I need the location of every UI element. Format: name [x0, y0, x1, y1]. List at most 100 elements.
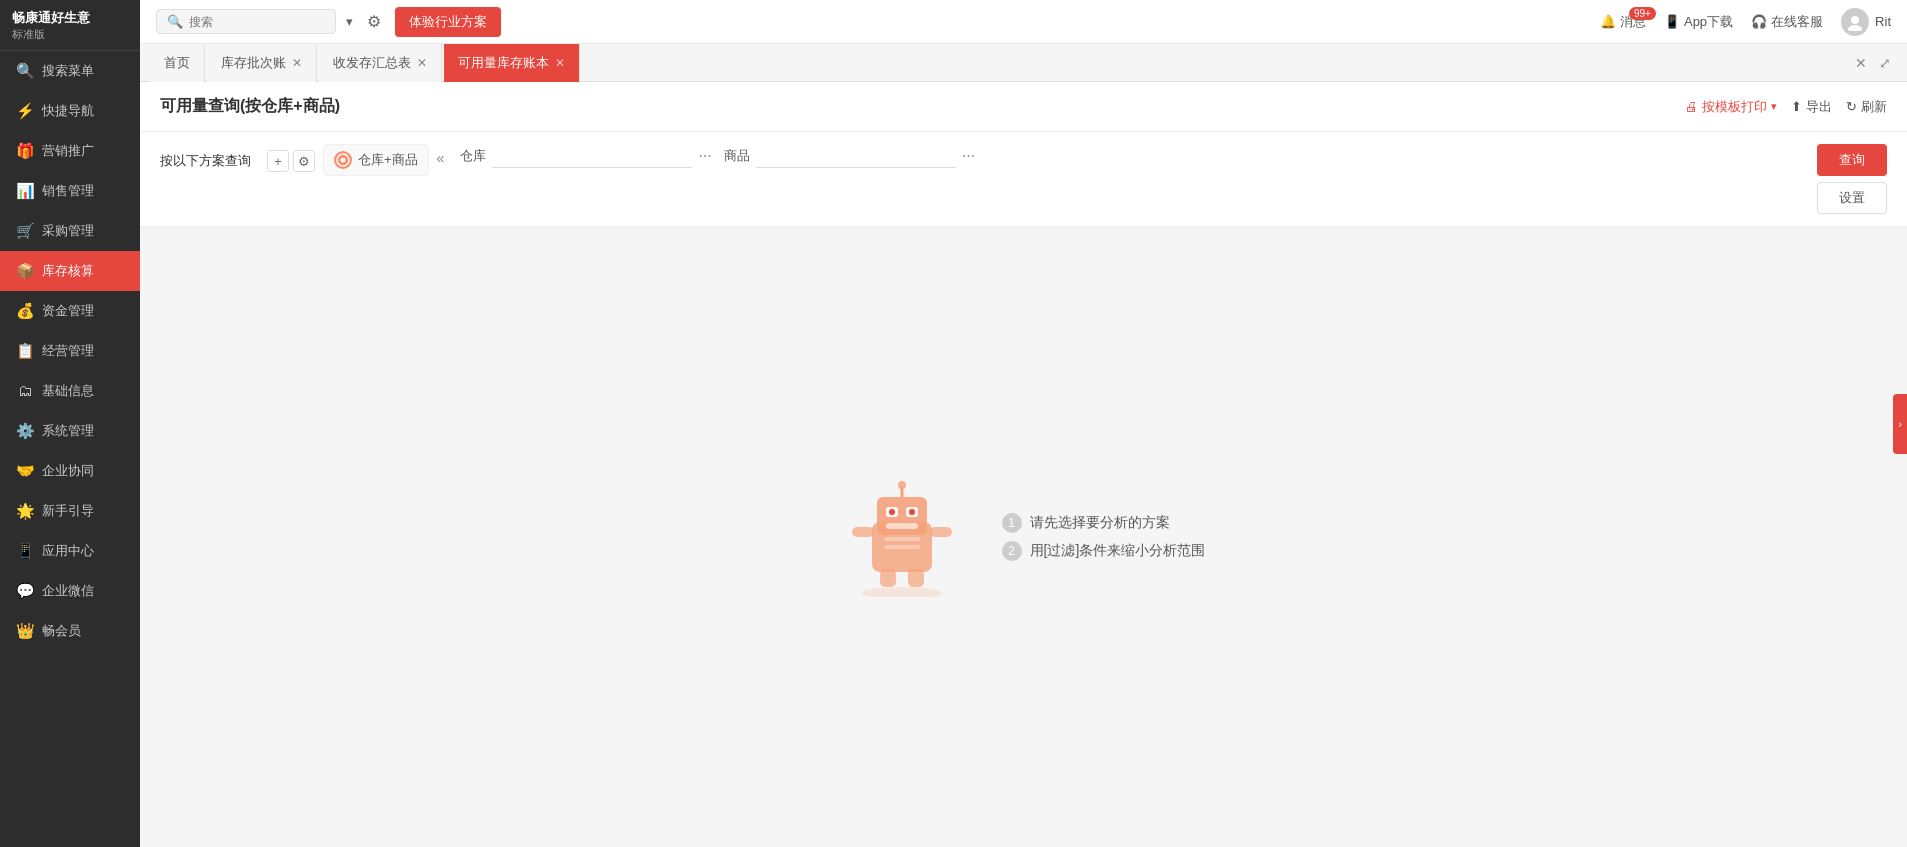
online-service-btn[interactable]: 🎧 在线客服 [1751, 13, 1823, 31]
settings-icon[interactable]: ⚙ [363, 8, 385, 35]
filter-warehouse: 仓库 ··· [460, 144, 711, 168]
app-download-label: App下载 [1684, 13, 1733, 31]
scheme-name: 仓库+商品 [358, 151, 418, 169]
sidebar-item-label: 资金管理 [42, 302, 94, 320]
chevron-down-icon: ▾ [346, 14, 353, 29]
maximize-window-btn[interactable]: ⤢ [1875, 53, 1895, 73]
message-badge: 99+ [1629, 7, 1656, 20]
brand-sub: 标准版 [12, 27, 128, 42]
tabbar-window-controls: ✕ ⤢ [1839, 53, 1907, 73]
gear-icon: ⚙️ [16, 422, 34, 440]
sidebar-item-label: 企业协同 [42, 462, 94, 480]
tab-home-label: 首页 [164, 54, 190, 72]
refresh-label: 刷新 [1861, 98, 1887, 116]
close-tab-collect-icon[interactable]: ✕ [417, 56, 427, 70]
page-content: 可用量查询(按仓库+商品) 🖨 按模板打印 ▾ ⬆ 导出 ↻ 刷新 按以下方案 [140, 82, 1907, 847]
scheme-warehouse-goods[interactable]: 仓库+商品 [323, 144, 429, 176]
svg-point-8 [889, 509, 895, 515]
sidebar-item-system[interactable]: ⚙️ 系统管理 [0, 411, 140, 451]
tab-batch-account[interactable]: 库存批次账 ✕ [207, 44, 317, 82]
query-actions: 查询 设置 [1817, 144, 1887, 214]
search-icon: 🔍 [16, 62, 34, 80]
topbar-search-box[interactable]: 🔍 [156, 9, 336, 34]
sidebar-item-enterprise[interactable]: 🤝 企业协同 [0, 451, 140, 491]
username-label: Rit [1875, 14, 1891, 29]
sidebar-item-vip[interactable]: 👑 畅会员 [0, 611, 140, 651]
tab-collect-summary-label: 收发存汇总表 [333, 54, 411, 72]
sidebar-item-newbie[interactable]: 🌟 新手引导 [0, 491, 140, 531]
box-icon: 📦 [16, 262, 34, 280]
goods-label: 商品 [724, 147, 750, 165]
settings-scheme-btn[interactable]: ⚙ [293, 150, 315, 172]
gift-icon: 🎁 [16, 142, 34, 160]
tabbar: 首页 库存批次账 ✕ 收发存汇总表 ✕ 可用量库存账本 ✕ ✕ ⤢ [140, 44, 1907, 82]
industry-btn[interactable]: 体验行业方案 [395, 7, 501, 37]
topbar-right: 🔔 消息 99+ 📱 App下载 🎧 在线客服 Rit [1600, 8, 1891, 36]
close-window-btn[interactable]: ✕ [1851, 53, 1871, 73]
online-service-label: 在线客服 [1771, 13, 1823, 31]
empty-hint-1-text: 请先选择要分析的方案 [1030, 514, 1170, 532]
sidebar-item-inventory[interactable]: 📦 库存核算 [0, 251, 140, 291]
sidebar-item-label: 库存核算 [42, 262, 94, 280]
tab-home[interactable]: 首页 [150, 44, 205, 82]
goods-more-icon[interactable]: ··· [962, 147, 975, 165]
add-scheme-btn[interactable]: + [267, 150, 289, 172]
bell-icon: 🔔 [1600, 14, 1616, 29]
refresh-icon: ↻ [1846, 99, 1857, 114]
sidebar-item-base-info[interactable]: 🗂 基础信息 [0, 371, 140, 411]
sidebar-item-finance[interactable]: 💰 资金管理 [0, 291, 140, 331]
sidebar-item-label: 系统管理 [42, 422, 94, 440]
empty-hint-1: 1 请先选择要分析的方案 [1002, 513, 1206, 533]
collapse-btn[interactable]: « [437, 144, 445, 166]
sidebar-item-label: 应用中心 [42, 542, 94, 560]
warehouse-more-icon[interactable]: ··· [698, 147, 711, 165]
sidebar-item-label: 基础信息 [42, 382, 94, 400]
close-tab-available-icon[interactable]: ✕ [555, 56, 565, 70]
search-icon: 🔍 [167, 14, 183, 29]
user-profile[interactable]: Rit [1841, 8, 1891, 36]
cart-icon: 🛒 [16, 222, 34, 240]
headset-icon: 🎧 [1751, 14, 1767, 29]
close-tab-batch-icon[interactable]: ✕ [292, 56, 302, 70]
svg-point-9 [909, 509, 915, 515]
search-input[interactable] [189, 15, 309, 29]
app-download-btn[interactable]: 📱 App下载 [1664, 13, 1733, 31]
warehouse-input[interactable] [492, 144, 692, 168]
sidebar-item-label: 搜索菜单 [42, 62, 94, 80]
sidebar-item-search[interactable]: 🔍 搜索菜单 [0, 51, 140, 91]
folder-icon: 🗂 [16, 382, 34, 399]
filter-fields: 仓库 ··· 商品 ··· [460, 144, 1801, 168]
sidebar-item-purchase[interactable]: 🛒 采购管理 [0, 211, 140, 251]
brand-name: 畅康通好生意 [12, 10, 128, 27]
scroll-arrow[interactable]: › [1893, 394, 1907, 454]
sidebar-brand: 畅康通好生意 标准版 [0, 0, 140, 51]
refresh-btn[interactable]: ↻ 刷新 [1846, 98, 1887, 116]
tab-available-stock[interactable]: 可用量库存账本 ✕ [444, 44, 580, 82]
sidebar-item-sales[interactable]: 📊 销售管理 [0, 171, 140, 211]
empty-hint-2-text: 用[过滤]条件来缩小分析范围 [1030, 542, 1206, 560]
page-title: 可用量查询(按仓库+商品) [160, 96, 340, 117]
sidebar-item-marketing[interactable]: 🎁 营销推广 [0, 131, 140, 171]
empty-state: 1 请先选择要分析的方案 2 用[过滤]条件来缩小分析范围 [140, 227, 1907, 847]
svg-rect-13 [880, 569, 896, 587]
svg-rect-18 [884, 545, 920, 549]
sidebar-item-operations[interactable]: 📋 经营管理 [0, 331, 140, 371]
filter-settings-btn[interactable]: 设置 [1817, 182, 1887, 214]
svg-rect-17 [884, 537, 920, 541]
chevron-down-icon: ▾ [1771, 100, 1777, 113]
filter-schemes: + ⚙ 仓库+商品 « [267, 144, 444, 176]
svg-rect-5 [877, 497, 927, 535]
svg-rect-10 [886, 523, 918, 529]
empty-text: 1 请先选择要分析的方案 2 用[过滤]条件来缩小分析范围 [1002, 513, 1206, 561]
tab-collect-summary[interactable]: 收发存汇总表 ✕ [319, 44, 442, 82]
sidebar-item-quick-nav[interactable]: ⚡ 快捷导航 [0, 91, 140, 131]
sidebar-item-app-center[interactable]: 📱 应用中心 [0, 531, 140, 571]
sidebar-item-wechat[interactable]: 💬 企业微信 [0, 571, 140, 611]
empty-illustration [842, 477, 962, 597]
export-btn[interactable]: ⬆ 导出 [1791, 98, 1832, 116]
message-btn[interactable]: 🔔 消息 99+ [1600, 13, 1646, 31]
print-btn[interactable]: 🖨 按模板打印 ▾ [1685, 98, 1777, 116]
goods-input[interactable] [756, 144, 956, 168]
query-btn[interactable]: 查询 [1817, 144, 1887, 176]
topbar-dropdown[interactable]: ▾ [346, 14, 353, 29]
